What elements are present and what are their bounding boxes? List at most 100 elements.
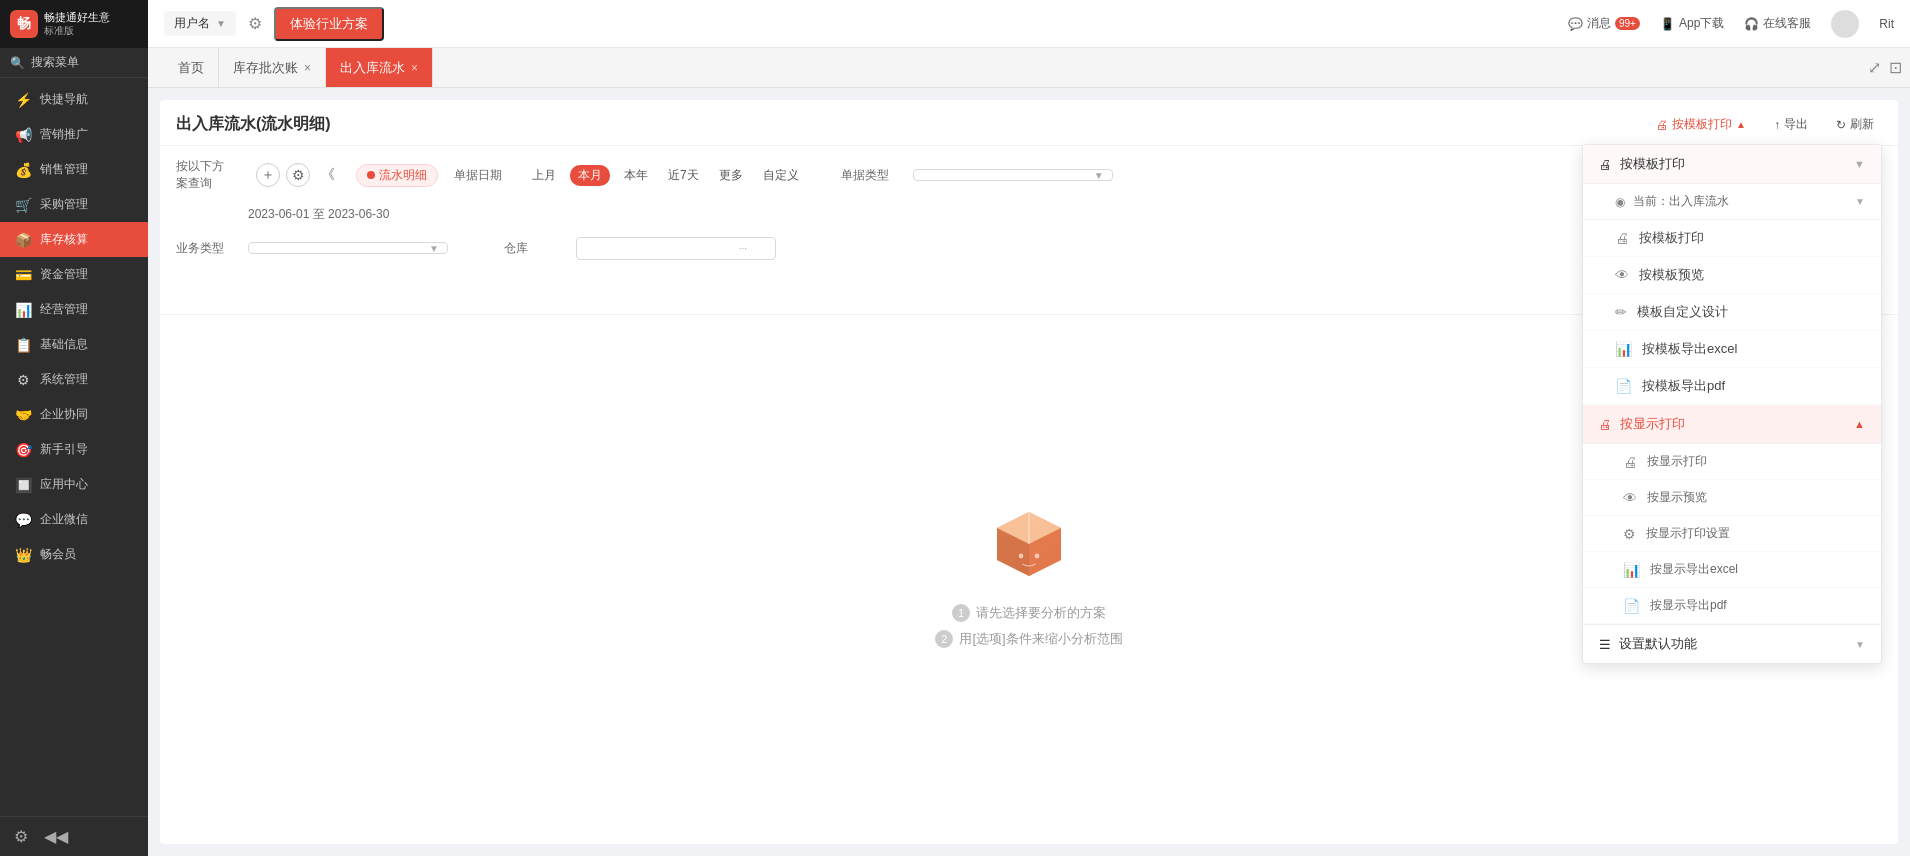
collapse-sidebar-icon[interactable]: ◀◀ — [44, 827, 68, 846]
display-preview-item[interactable]: 👁 按显示预览 — [1583, 480, 1881, 516]
template-export-excel-item[interactable]: 📊 按模板导出excel — [1583, 331, 1881, 368]
filter-collapse-button[interactable]: 《 — [316, 163, 340, 187]
display-settings-icon: ⚙ — [1623, 526, 1636, 542]
tab-batch-account-close[interactable]: × — [304, 61, 311, 75]
tab-home[interactable]: 首页 — [164, 48, 219, 87]
display-preview-label: 按显示预览 — [1647, 489, 1707, 506]
display-section-chevron: ▲ — [1854, 418, 1865, 430]
message-label: 消息 — [1587, 15, 1611, 32]
sidebar-item-guide[interactable]: 🎯 新手引导 — [0, 432, 148, 467]
sidebar-item-marketing[interactable]: 📢 营销推广 — [0, 117, 148, 152]
sidebar-item-corp[interactable]: 🤝 企业协同 — [0, 397, 148, 432]
nav-label-operation: 经营管理 — [40, 301, 88, 318]
filter-warehouse-select-wrap: ··· — [576, 237, 896, 260]
content-area: 出入库流水(流水明细) 🖨 按模板打印 ▲ ↑ 导出 ↻ 刷新 — [148, 88, 1910, 856]
display-print-doc-icon: 🖨 — [1623, 454, 1637, 470]
topbar-online-service[interactable]: 🎧 在线客服 — [1744, 15, 1811, 32]
filter-settings-button[interactable]: ⚙ — [286, 163, 310, 187]
svg-point-6 — [1035, 553, 1040, 558]
page-title: 出入库流水(流水明细) — [176, 114, 331, 135]
date-btn-7days[interactable]: 近7天 — [662, 165, 705, 186]
sidebar: 畅 畅捷通好生意 标准版 🔍 搜索菜单 ⚡ 快捷导航 📢 营销推广 💰 销售管理… — [0, 0, 148, 856]
sidebar-item-basic[interactable]: 📋 基础信息 — [0, 327, 148, 362]
topbar-app-download[interactable]: 📱 App下载 — [1660, 15, 1724, 32]
tab-batch-account[interactable]: 库存批次账 × — [219, 48, 326, 87]
service-label: 在线客服 — [1763, 15, 1811, 32]
set-default-footer[interactable]: ☰ 设置默认功能 ▼ — [1583, 624, 1881, 663]
headset-icon: 🎧 — [1744, 17, 1759, 31]
nav-label-purchase: 采购管理 — [40, 196, 88, 213]
sidebar-item-corp-wechat[interactable]: 💬 企业微信 — [0, 502, 148, 537]
app-center-icon: 🔲 — [14, 477, 32, 493]
sidebar-item-app-center[interactable]: 🔲 应用中心 — [0, 467, 148, 502]
filter-date-buttons: 上月 本月 本年 近7天 更多 自定义 — [526, 165, 805, 186]
nav-label-inventory: 库存核算 — [40, 231, 88, 248]
date-btn-more[interactable]: 更多 — [713, 165, 749, 186]
tab-bar: 首页 库存批次账 × 出入库流水 × ⤢ ⊡ — [148, 48, 1910, 88]
topbar-user-chevron: ▼ — [216, 18, 226, 29]
date-btn-this-month[interactable]: 本月 — [570, 165, 610, 186]
topbar-gear-icon[interactable]: ⚙ — [248, 14, 262, 33]
marketing-icon: 📢 — [14, 127, 32, 143]
topbar-message[interactable]: 💬 消息 99+ — [1568, 15, 1640, 32]
sidebar-item-quick-nav[interactable]: ⚡ 快捷导航 — [0, 82, 148, 117]
nav-label-sales: 销售管理 — [40, 161, 88, 178]
display-export-excel-label: 按显示导出excel — [1650, 561, 1738, 578]
sidebar-item-inventory[interactable]: 📦 库存核算 — [0, 222, 148, 257]
topbar-user-selector[interactable]: 用户名 ▼ — [164, 11, 236, 36]
sidebar-item-operation[interactable]: 📊 经营管理 — [0, 292, 148, 327]
tab-flow[interactable]: 出入库流水 × — [326, 48, 433, 87]
sidebar-item-sales[interactable]: 💰 销售管理 — [0, 152, 148, 187]
sidebar-item-members[interactable]: 👑 畅会员 — [0, 537, 148, 572]
sidebar-item-purchase[interactable]: 🛒 采购管理 — [0, 187, 148, 222]
sidebar-search[interactable]: 🔍 搜索菜单 — [0, 48, 148, 78]
template-preview-item[interactable]: 👁 按模板预览 — [1583, 257, 1881, 294]
sidebar-logo: 畅 畅捷通好生意 标准版 — [0, 0, 148, 48]
display-export-excel-item[interactable]: 📊 按显示导出excel — [1583, 552, 1881, 588]
filter-add-button[interactable]: ＋ — [256, 163, 280, 187]
display-print-settings-item[interactable]: ⚙ 按显示打印设置 — [1583, 516, 1881, 552]
template-export-pdf-item[interactable]: 📄 按模板导出pdf — [1583, 368, 1881, 405]
template-print-button[interactable]: 🖨 按模板打印 ▲ — [1648, 112, 1754, 137]
page-actions: 🖨 按模板打印 ▲ ↑ 导出 ↻ 刷新 — [1648, 112, 1882, 137]
print-doc-icon: 🖨 — [1615, 230, 1629, 246]
filter-date-label: 单据日期 — [454, 167, 510, 184]
type-dropdown-arrow: ▼ — [1094, 170, 1104, 181]
topbar-right: 💬 消息 99+ 📱 App下载 🎧 在线客服 Rit — [1568, 10, 1894, 38]
settings-bottom-icon[interactable]: ⚙ — [14, 827, 28, 846]
nav-label-corp-wechat: 企业微信 — [40, 511, 88, 528]
template-print-section-header[interactable]: 🖨 按模板打印 ▼ — [1583, 145, 1881, 184]
date-btn-this-year[interactable]: 本年 — [618, 165, 654, 186]
restore-icon[interactable]: ⤢ — [1868, 58, 1881, 77]
refresh-button[interactable]: ↻ 刷新 — [1828, 112, 1882, 137]
date-btn-custom[interactable]: 自定义 — [757, 165, 805, 186]
nav-label-system: 系统管理 — [40, 371, 88, 388]
members-icon: 👑 — [14, 547, 32, 563]
date-btn-last-month[interactable]: 上月 — [526, 165, 562, 186]
current-label: 当前：出入库流水 — [1633, 193, 1729, 210]
filter-biz-select[interactable]: ▼ — [248, 242, 448, 254]
template-custom-item[interactable]: ✏ 模板自定义设计 — [1583, 294, 1881, 331]
nav-label-members: 畅会员 — [40, 546, 76, 563]
nav-label-app-center: 应用中心 — [40, 476, 88, 493]
filter-warehouse-select[interactable]: ··· — [576, 237, 776, 260]
template-section-chevron: ▼ — [1854, 158, 1865, 170]
sidebar-item-system[interactable]: ⚙ 系统管理 — [0, 362, 148, 397]
template-print-item[interactable]: 🖨 按模板打印 — [1583, 220, 1881, 257]
display-print-section-header[interactable]: 🖨 按显示打印 ▲ — [1583, 405, 1881, 444]
empty-tip-1: 1 请先选择要分析的方案 — [952, 604, 1106, 622]
topbar: 用户名 ▼ ⚙ 体验行业方案 💬 消息 99+ 📱 App下载 🎧 在线客服 R… — [148, 0, 1910, 48]
maximize-icon[interactable]: ⊡ — [1889, 58, 1902, 77]
purchase-icon: 🛒 — [14, 197, 32, 213]
display-export-pdf-item[interactable]: 📄 按显示导出pdf — [1583, 588, 1881, 624]
message-badge: 99+ — [1615, 17, 1640, 30]
warehouse-dropdown-arrow: ··· — [739, 243, 747, 254]
display-print-item[interactable]: 🖨 按显示打印 — [1583, 444, 1881, 480]
trial-industry-button[interactable]: 体验行业方案 — [274, 7, 384, 41]
sidebar-item-finance[interactable]: 💳 资金管理 — [0, 257, 148, 292]
template-export-pdf-label: 按模板导出pdf — [1642, 377, 1725, 395]
export-button[interactable]: ↑ 导出 — [1766, 112, 1816, 137]
nav-label-quick-nav: 快捷导航 — [40, 91, 88, 108]
tab-flow-close[interactable]: × — [411, 61, 418, 75]
filter-type-select[interactable]: ▼ — [913, 169, 1113, 181]
